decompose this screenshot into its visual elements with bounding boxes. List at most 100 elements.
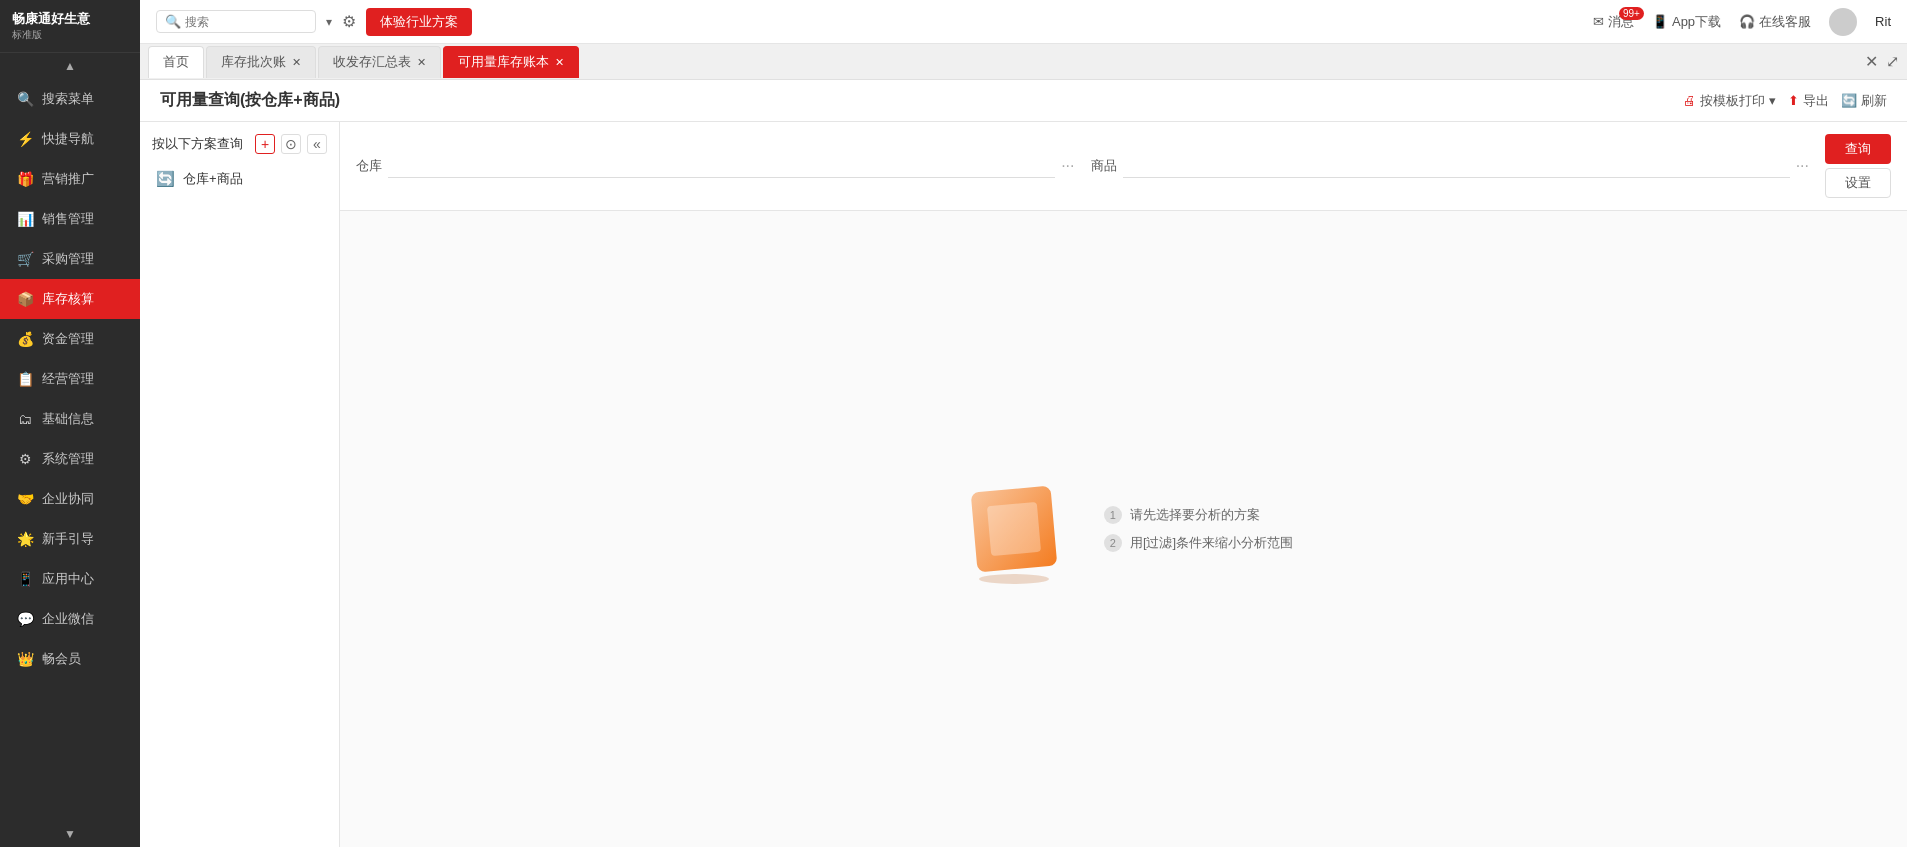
message-badge: 99+ — [1619, 7, 1644, 20]
online-service-label: 在线客服 — [1759, 13, 1811, 31]
query-button[interactable]: 查询 — [1825, 134, 1891, 164]
add-scheme-button[interactable]: + — [255, 134, 275, 154]
industry-solution-button[interactable]: 体验行业方案 — [366, 8, 472, 36]
sidebar-icon-appcenter: 📱 — [16, 571, 34, 587]
sidebar-item-quicknav[interactable]: ⚡ 快捷导航 — [0, 119, 140, 159]
phone-icon: 📱 — [1652, 14, 1668, 29]
query-actions: 查询 设置 — [1825, 134, 1891, 198]
tab-home[interactable]: 首页 — [148, 46, 204, 78]
sidebar-icon-enterprise: 🤝 — [16, 491, 34, 507]
product-input[interactable] — [1123, 154, 1790, 178]
headset-icon: 🎧 — [1739, 14, 1755, 29]
print-button[interactable]: 🖨 按模板打印 ▾ — [1683, 92, 1776, 110]
sidebar-item-newguide[interactable]: 🌟 新手引导 — [0, 519, 140, 559]
sidebar-icon-marketing: 🎁 — [16, 171, 34, 187]
scheme-settings-button[interactable]: ⊙ — [281, 134, 301, 154]
print-dropdown-arrow[interactable]: ▾ — [1769, 93, 1776, 108]
sidebar-icon-basics: 🗂 — [16, 411, 34, 427]
sidebar: 畅康通好生意 标准版 ▲ 🔍 搜索菜单 ⚡ 快捷导航 🎁 营销推广 📊 销售管理… — [0, 0, 140, 847]
tab-summary[interactable]: 收发存汇总表✕ — [318, 46, 441, 78]
page-header-actions: 🖨 按模板打印 ▾ ⬆ 导出 🔄 刷新 — [1683, 92, 1887, 110]
filter-header-actions: + ⊙ « — [255, 134, 327, 154]
dropdown-arrow[interactable]: ▾ — [326, 15, 332, 29]
message-button[interactable]: ✉ 消息 99+ — [1593, 13, 1634, 31]
export-button[interactable]: ⬆ 导出 — [1788, 92, 1829, 110]
sidebar-item-system[interactable]: ⚙ 系统管理 — [0, 439, 140, 479]
sidebar-label-quicknav: 快捷导航 — [42, 130, 94, 148]
search-input[interactable] — [185, 15, 305, 29]
empty-state: 1 请先选择要分析的方案 2 用[过滤]条件来缩小分析范围 — [340, 211, 1907, 847]
sidebar-label-sales: 销售管理 — [42, 210, 94, 228]
filter-item-warehouse-product[interactable]: 🔄 仓库+商品 — [140, 162, 339, 196]
filter-panel: 按以下方案查询 + ⊙ « 🔄 仓库+商品 — [140, 122, 340, 847]
sidebar-item-enterprise[interactable]: 🤝 企业协同 — [0, 479, 140, 519]
sidebar-label-purchase: 采购管理 — [42, 250, 94, 268]
sidebar-item-inventory[interactable]: 📦 库存核算 — [0, 279, 140, 319]
username-label: Rit — [1875, 14, 1891, 29]
sidebar-scroll-up[interactable]: ▲ — [0, 53, 140, 79]
sidebar-item-basics[interactable]: 🗂 基础信息 — [0, 399, 140, 439]
tab-batch[interactable]: 库存批次账 ✕ — [206, 46, 316, 78]
topbar: 🔍 ▾ ⚙ 体验行业方案 ✉ 消息 99+ 📱 App下载 🎧 在线客服 Rit — [140, 0, 1907, 44]
sidebar-nav: 🔍 搜索菜单 ⚡ 快捷导航 🎁 营销推广 📊 销售管理 🛒 采购管理 📦 库存核… — [0, 79, 140, 821]
tab-close-summary[interactable]: ✕ — [417, 57, 426, 68]
sidebar-item-sales[interactable]: 📊 销售管理 — [0, 199, 140, 239]
sidebar-item-membership[interactable]: 👑 畅会员 — [0, 639, 140, 679]
gear-icon[interactable]: ⚙ — [342, 12, 356, 31]
refresh-button[interactable]: 🔄 刷新 — [1841, 92, 1887, 110]
tab-close-batch[interactable]: ✕ — [292, 57, 301, 68]
sidebar-label-enterprise: 企业协同 — [42, 490, 94, 508]
close-tab-button[interactable]: ✕ — [1865, 52, 1878, 71]
empty-tip-2: 2 用[过滤]条件来缩小分析范围 — [1104, 534, 1293, 552]
topbar-search-box: 🔍 — [156, 10, 316, 33]
warehouse-more-button[interactable]: ··· — [1061, 157, 1074, 175]
app-download-label: App下载 — [1672, 13, 1721, 31]
sidebar-icon-operations: 📋 — [16, 371, 34, 387]
warehouse-label: 仓库 — [356, 157, 382, 175]
page-header: 可用量查询(按仓库+商品) 🖨 按模板打印 ▾ ⬆ 导出 🔄 刷新 — [140, 80, 1907, 122]
user-avatar[interactable] — [1829, 8, 1857, 36]
sidebar-label-operations: 经营管理 — [42, 370, 94, 388]
sidebar-logo: 畅康通好生意 标准版 — [0, 0, 140, 53]
sidebar-icon-membership: 👑 — [16, 651, 34, 667]
sidebar-item-purchase[interactable]: 🛒 采购管理 — [0, 239, 140, 279]
tip-num-1: 1 — [1104, 506, 1122, 524]
app-name: 畅康通好生意 — [12, 10, 128, 28]
sidebar-item-search[interactable]: 🔍 搜索菜单 — [0, 79, 140, 119]
sidebar-icon-system: ⚙ — [16, 451, 34, 467]
empty-tips: 1 请先选择要分析的方案 2 用[过滤]条件来缩小分析范围 — [1104, 506, 1293, 552]
product-more-button[interactable]: ··· — [1796, 157, 1809, 175]
sidebar-item-finance[interactable]: 💰 资金管理 — [0, 319, 140, 359]
tab-available[interactable]: 可用量库存账本✕ — [443, 46, 579, 78]
filter-title: 按以下方案查询 — [152, 135, 243, 153]
main-content: 🔍 ▾ ⚙ 体验行业方案 ✉ 消息 99+ 📱 App下载 🎧 在线客服 Rit — [140, 0, 1907, 847]
filter-item-icon: 🔄 — [156, 170, 175, 188]
tab-label-batch: 库存批次账 — [221, 53, 286, 71]
tab-close-available[interactable]: ✕ — [555, 57, 564, 68]
export-icon: ⬆ — [1788, 93, 1799, 108]
search-icon: 🔍 — [165, 14, 181, 29]
sidebar-item-marketing[interactable]: 🎁 营销推广 — [0, 159, 140, 199]
content-area: 按以下方案查询 + ⊙ « 🔄 仓库+商品 仓库 ··· — [140, 122, 1907, 847]
sidebar-label-basics: 基础信息 — [42, 410, 94, 428]
sidebar-item-operations[interactable]: 📋 经营管理 — [0, 359, 140, 399]
collapse-button[interactable]: « — [307, 134, 327, 154]
sidebar-scroll-down[interactable]: ▼ — [0, 821, 140, 847]
settings-button[interactable]: 设置 — [1825, 168, 1891, 198]
warehouse-input[interactable] — [388, 154, 1055, 178]
topbar-right: ✉ 消息 99+ 📱 App下载 🎧 在线客服 Rit — [1593, 8, 1891, 36]
sidebar-icon-purchase: 🛒 — [16, 251, 34, 267]
sidebar-label-membership: 畅会员 — [42, 650, 81, 668]
sidebar-label-search: 搜索菜单 — [42, 90, 94, 108]
online-service-button[interactable]: 🎧 在线客服 — [1739, 13, 1811, 31]
app-download-button[interactable]: 📱 App下载 — [1652, 13, 1721, 31]
sidebar-item-appcenter[interactable]: 📱 应用中心 — [0, 559, 140, 599]
print-icon: 🖨 — [1683, 93, 1696, 108]
tabs-bar: 首页库存批次账✕收发存汇总表✕可用量库存账本✕ ✕ ⤢ — [140, 44, 1907, 80]
expand-button[interactable]: ⤢ — [1886, 52, 1899, 71]
sidebar-item-wxenterprise[interactable]: 💬 企业微信 — [0, 599, 140, 639]
sidebar-label-newguide: 新手引导 — [42, 530, 94, 548]
product-label: 商品 — [1091, 157, 1117, 175]
sidebar-icon-newguide: 🌟 — [16, 531, 34, 547]
tabs-right-actions: ✕ ⤢ — [1865, 52, 1899, 71]
